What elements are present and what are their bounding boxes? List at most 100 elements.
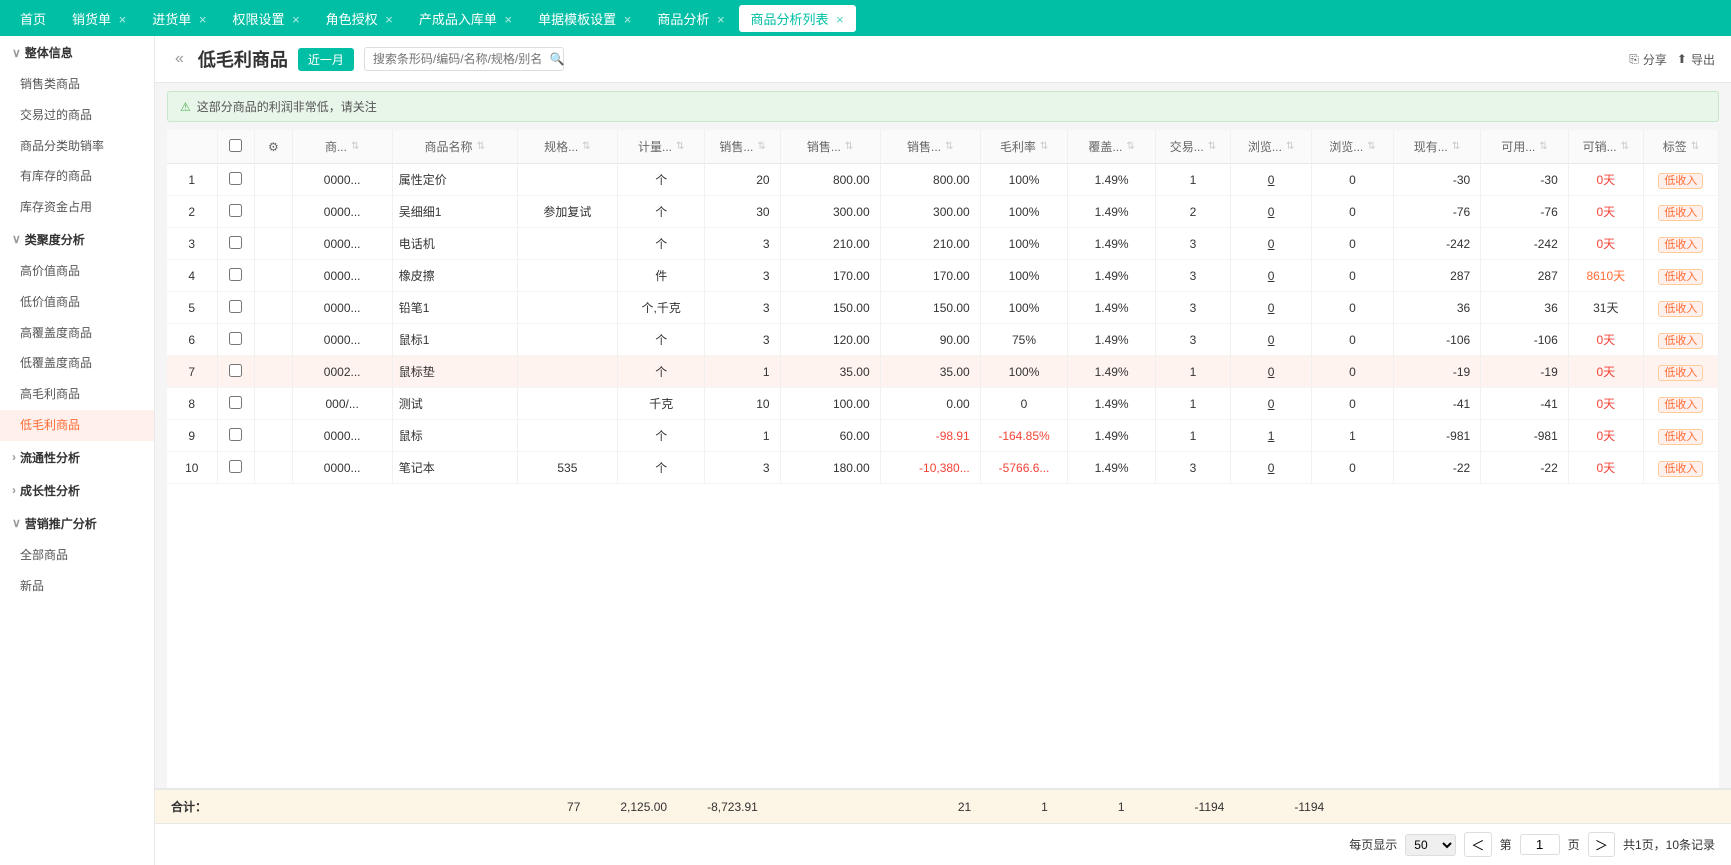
row-checkbox[interactable] [229,268,242,281]
row-checkbox[interactable] [229,236,242,249]
sidebar-item-sales-products[interactable]: 销售类商品 [0,69,154,100]
table-row[interactable]: 5 0000... 铅笔1 个,千克 3 150.00 150.00 100% … [167,292,1719,324]
th-settings[interactable]: ⚙ [255,130,293,164]
nav-role-auth[interactable]: 角色授权 × [314,5,405,32]
th-sale-amount[interactable]: 销售...⇅ [880,130,980,164]
product-table-container[interactable]: ⚙ 商...⇅ 商品名称⇅ 规格...⇅ 计量...⇅ 销售...⇅ 销售...… [167,130,1719,788]
cell-browse1[interactable]: 0 [1230,260,1311,292]
cell-browse1[interactable]: 0 [1230,228,1311,260]
time-filter-button[interactable]: 近一月 [298,48,354,71]
row-checkbox[interactable] [229,364,242,377]
page-size-select[interactable]: 50 100 200 [1405,834,1456,856]
row-checkbox[interactable] [229,460,242,473]
nav-product-warehouse[interactable]: 产成品入库单 × [407,5,524,32]
current-page-input[interactable] [1520,834,1560,855]
th-browse2[interactable]: 浏览...⇅ [1312,130,1393,164]
th-code[interactable]: 商...⇅ [292,130,392,164]
close-icon[interactable]: × [119,12,127,27]
sidebar-item-low-coverage[interactable]: 低覆盖度商品 [0,348,154,379]
table-row[interactable]: 10 0000... 笔记本 535 个 3 180.00 -10,380...… [167,452,1719,484]
cell-check[interactable] [217,324,255,356]
th-spec[interactable]: 规格...⇅ [517,130,617,164]
cell-check[interactable] [217,420,255,452]
table-row[interactable]: 3 0000... 电话机 个 3 210.00 210.00 100% 1.4… [167,228,1719,260]
collapse-sidebar-button[interactable]: « [171,46,188,72]
sidebar-item-capital-usage[interactable]: 库存资金占用 [0,192,154,223]
sidebar-item-high-profit[interactable]: 高毛利商品 [0,379,154,410]
search-input[interactable] [364,47,564,71]
th-stock-avail[interactable]: 可用...⇅ [1481,130,1569,164]
row-checkbox[interactable] [229,172,242,185]
th-sale-days[interactable]: 可销...⇅ [1568,130,1643,164]
cell-browse1[interactable]: 0 [1230,356,1311,388]
cell-check[interactable] [217,196,255,228]
cell-check[interactable] [217,228,255,260]
table-row[interactable]: 8 000/... 测试 千克 10 100.00 0.00 0 1.49% 1… [167,388,1719,420]
nav-product-analysis[interactable]: 商品分析 × [645,5,736,32]
nav-template-settings[interactable]: 单据模板设置 × [526,5,643,32]
sidebar-item-stock-products[interactable]: 有库存的商品 [0,161,154,192]
cell-browse1[interactable]: 0 [1230,164,1311,196]
cell-check[interactable] [217,164,255,196]
sidebar-group-overall[interactable]: ∨ 整体信息 [0,36,154,69]
table-row[interactable]: 1 0000... 属性定价 个 20 800.00 800.00 100% 1… [167,164,1719,196]
cell-browse1[interactable]: 0 [1230,324,1311,356]
cell-browse1[interactable]: 0 [1230,196,1311,228]
cell-browse1[interactable]: 1 [1230,420,1311,452]
sidebar-item-high-coverage[interactable]: 高覆盖度商品 [0,318,154,349]
sidebar-item-traded-products[interactable]: 交易过的商品 [0,100,154,131]
close-icon[interactable]: × [717,12,725,27]
cell-check[interactable] [217,356,255,388]
sidebar-group-flow[interactable]: › 流通性分析 [0,441,154,474]
cell-check[interactable] [217,292,255,324]
nav-permission-settings[interactable]: 权限设置 × [220,5,311,32]
th-name[interactable]: 商品名称⇅ [392,130,517,164]
th-browse1[interactable]: 浏览...⇅ [1230,130,1311,164]
sidebar-group-growth[interactable]: › 成长性分析 [0,474,154,507]
sidebar-group-marketing[interactable]: ∨ 营销推广分析 [0,507,154,540]
th-sale-count[interactable]: 销售...⇅ [705,130,780,164]
sidebar-item-low-profit[interactable]: 低毛利商品 [0,410,154,441]
table-row[interactable]: 6 0000... 鼠标1 个 3 120.00 90.00 75% 1.49%… [167,324,1719,356]
close-icon[interactable]: × [199,12,207,27]
cell-check[interactable] [217,388,255,420]
table-row[interactable]: 9 0000... 鼠标 个 1 60.00 -98.91 -164.85% 1… [167,420,1719,452]
sidebar-item-all-products[interactable]: 全部商品 [0,540,154,571]
close-icon[interactable]: × [385,12,393,27]
table-row[interactable]: 7 0002... 鼠标垫 个 1 35.00 35.00 100% 1.49%… [167,356,1719,388]
close-icon[interactable]: × [836,12,844,27]
cell-check[interactable] [217,260,255,292]
select-all-checkbox[interactable] [229,139,242,152]
close-icon[interactable]: × [292,12,300,27]
prev-page-button[interactable]: ＜ [1464,832,1491,857]
nav-purchase-order[interactable]: 进货单 × [140,5,218,32]
cell-browse1[interactable]: 0 [1230,452,1311,484]
cell-check[interactable] [217,452,255,484]
th-cover-rate[interactable]: 覆盖...⇅ [1068,130,1156,164]
th-check[interactable] [217,130,255,164]
share-button[interactable]: ⎘ 分享 [1629,51,1667,68]
search-icon[interactable]: 🔍 [550,52,565,66]
sidebar-item-high-value[interactable]: 高价值商品 [0,256,154,287]
nav-product-analysis-list[interactable]: 商品分析列表 × [739,5,856,32]
next-page-button[interactable]: ＞ [1588,832,1615,857]
row-checkbox[interactable] [229,396,242,409]
close-icon[interactable]: × [624,12,632,27]
nav-home[interactable]: 首页 [8,5,58,32]
th-trade-count[interactable]: 交易...⇅ [1155,130,1230,164]
th-stock-now[interactable]: 现有...⇅ [1393,130,1481,164]
row-checkbox[interactable] [229,204,242,217]
th-sale-price[interactable]: 销售...⇅ [780,130,880,164]
th-tag[interactable]: 标签⇅ [1643,130,1718,164]
sidebar-item-low-value[interactable]: 低价值商品 [0,287,154,318]
close-icon[interactable]: × [505,12,513,27]
nav-sales-order[interactable]: 销货单 × [60,5,138,32]
th-unit[interactable]: 计量...⇅ [617,130,705,164]
th-gross-rate[interactable]: 毛利率⇅ [980,130,1068,164]
sidebar-item-category-rate[interactable]: 商品分类助销率 [0,131,154,162]
table-row[interactable]: 2 0000... 吴细细1 参加复试 个 30 300.00 300.00 1… [167,196,1719,228]
table-row[interactable]: 4 0000... 橡皮擦 件 3 170.00 170.00 100% 1.4… [167,260,1719,292]
sidebar-group-cluster[interactable]: ∨ 类聚度分析 [0,223,154,256]
row-checkbox[interactable] [229,428,242,441]
row-checkbox[interactable] [229,332,242,345]
